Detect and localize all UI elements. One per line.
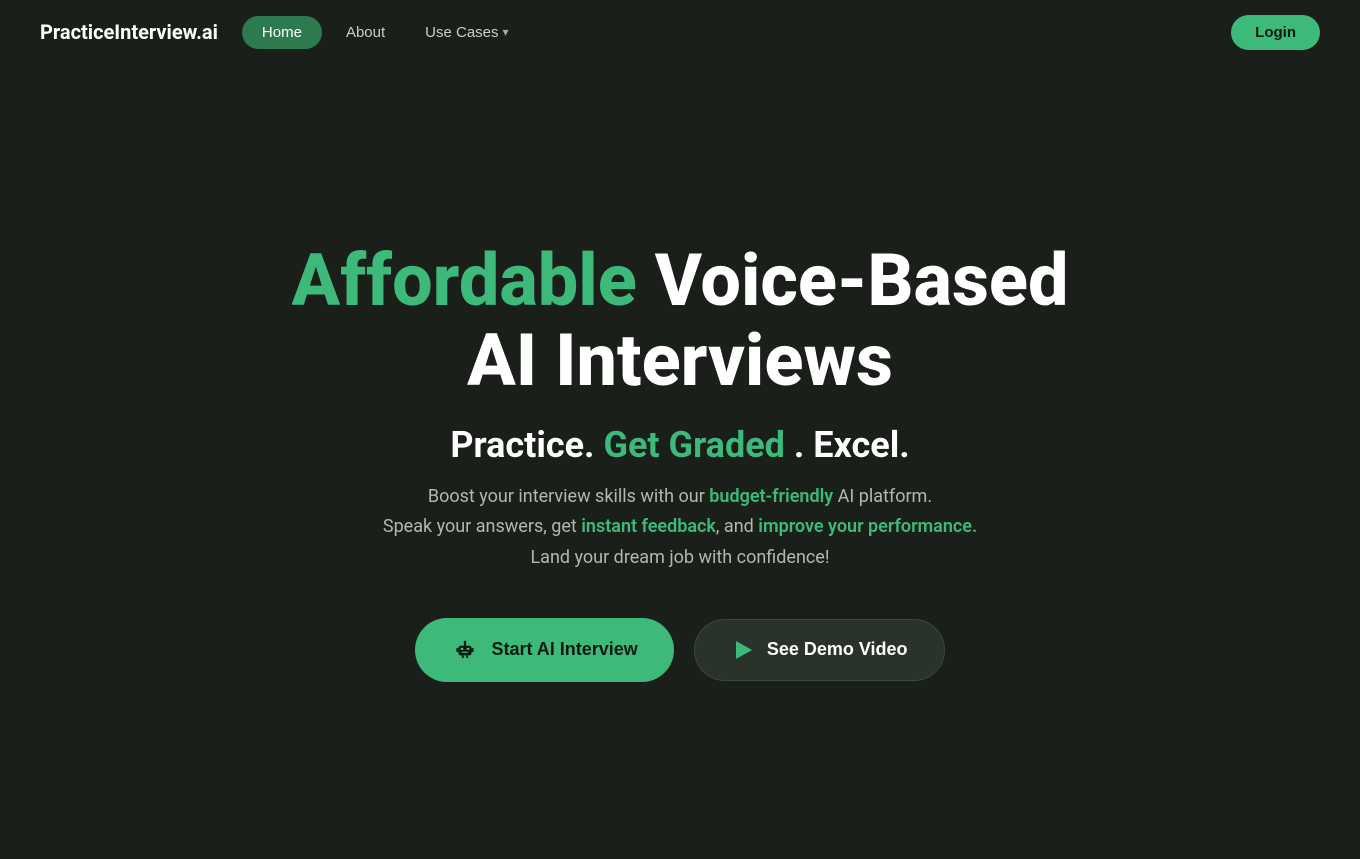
- robot-icon: [451, 636, 479, 664]
- nav-about-button[interactable]: About: [330, 16, 401, 49]
- site-logo: PracticeInterview.ai: [40, 20, 218, 44]
- start-interview-button[interactable]: Start AI Interview: [415, 618, 673, 682]
- demo-video-button[interactable]: See Demo Video: [694, 619, 945, 681]
- hero-title: Affordable Voice-Based AI Interviews: [292, 241, 1069, 399]
- nav-home-button[interactable]: Home: [242, 16, 322, 49]
- navbar: PracticeInterview.ai Home About Use Case…: [0, 0, 1360, 64]
- hero-subtitle: Practice. Get Graded . Excel.: [450, 424, 909, 466]
- chevron-down-icon: ▾: [503, 25, 509, 39]
- demo-video-label: See Demo Video: [767, 639, 908, 660]
- start-interview-label: Start AI Interview: [491, 639, 637, 660]
- hero-section: Affordable Voice-Based AI Interviews Pra…: [0, 64, 1360, 859]
- login-button[interactable]: Login: [1231, 15, 1320, 50]
- hero-description: Boost your interview skills with our bud…: [383, 482, 977, 574]
- hero-buttons: Start AI Interview See Demo Video: [415, 618, 944, 682]
- nav-links: Home About Use Cases ▾: [242, 16, 1231, 49]
- play-icon: [731, 638, 755, 662]
- nav-use-cases-button[interactable]: Use Cases ▾: [409, 16, 524, 49]
